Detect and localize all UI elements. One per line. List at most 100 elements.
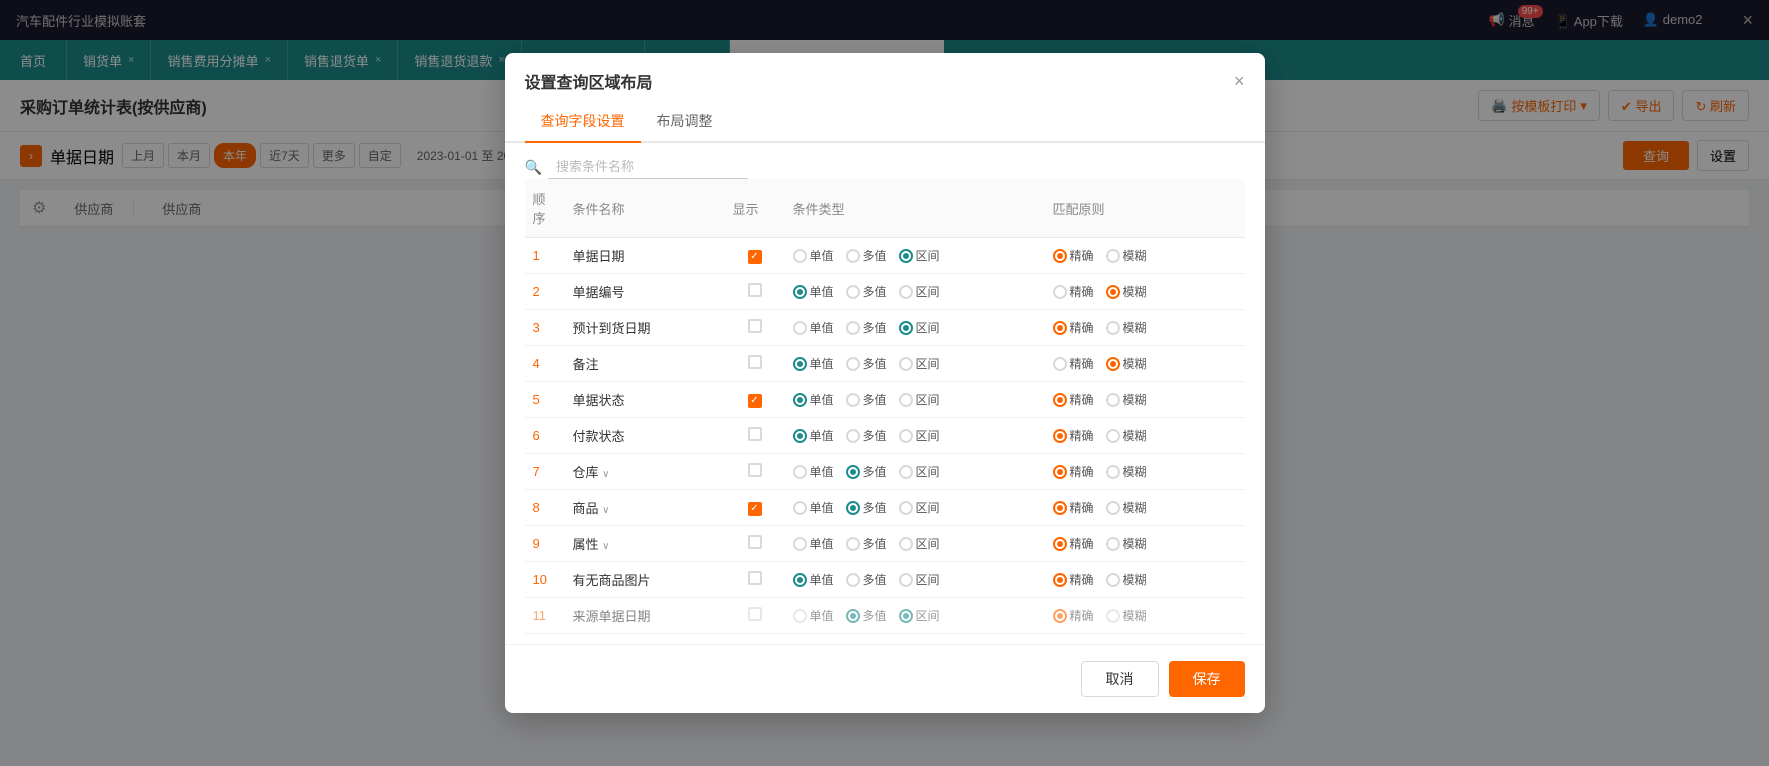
type-single-2[interactable]: 单值 xyxy=(793,283,834,300)
cell-show[interactable] xyxy=(725,382,785,418)
match-fuzzy-2[interactable]: 模糊 xyxy=(1106,283,1147,300)
cell-show[interactable] xyxy=(725,454,785,490)
match-fuzzy-11[interactable]: 模糊 xyxy=(1106,607,1147,624)
dialog-tab-field-settings[interactable]: 查询字段设置 xyxy=(525,105,641,143)
type-multi-6[interactable]: 多值 xyxy=(846,427,887,444)
type-multi-1[interactable]: 多值 xyxy=(846,247,887,264)
type-range-5[interactable]: 区间 xyxy=(899,391,940,408)
cell-show[interactable] xyxy=(725,238,785,274)
cell-show[interactable] xyxy=(725,562,785,598)
type-multi-3[interactable]: 多值 xyxy=(846,319,887,336)
type-multi-5[interactable]: 多值 xyxy=(846,391,887,408)
cell-order: 6 xyxy=(525,418,565,454)
cell-show[interactable] xyxy=(725,274,785,310)
type-range-6[interactable]: 区间 xyxy=(899,427,940,444)
dialog-tab-layout[interactable]: 布局调整 xyxy=(641,105,729,143)
type-range-7[interactable]: 区间 xyxy=(899,463,940,480)
type-range-9[interactable]: 区间 xyxy=(899,535,940,552)
match-exact-10[interactable]: 精确 xyxy=(1053,571,1094,588)
cell-show[interactable] xyxy=(725,526,785,562)
type-single-1[interactable]: 单值 xyxy=(793,247,834,264)
radio-dot-type-single-2 xyxy=(793,285,807,299)
radio-dot-type-single-9 xyxy=(793,537,807,551)
type-single-10[interactable]: 单值 xyxy=(793,571,834,588)
match-fuzzy-1[interactable]: 模糊 xyxy=(1106,247,1147,264)
type-single-4[interactable]: 单值 xyxy=(793,355,834,372)
type-range-4[interactable]: 区间 xyxy=(899,355,940,372)
match-fuzzy-4[interactable]: 模糊 xyxy=(1106,355,1147,372)
radio-dot-type-single-3 xyxy=(793,321,807,335)
match-fuzzy-3[interactable]: 模糊 xyxy=(1106,319,1147,336)
cell-show[interactable] xyxy=(725,310,785,346)
dialog-close-btn[interactable]: × xyxy=(1234,72,1245,90)
match-fuzzy-7[interactable]: 模糊 xyxy=(1106,463,1147,480)
show-checkbox-5[interactable] xyxy=(748,394,762,408)
show-checkbox-1[interactable] xyxy=(748,250,762,264)
cell-show[interactable] xyxy=(725,418,785,454)
cancel-btn[interactable]: 取消 xyxy=(1081,661,1159,697)
type-multi-2[interactable]: 多值 xyxy=(846,283,887,300)
type-multi-4[interactable]: 多值 xyxy=(846,355,887,372)
radio-dot-match-fuzzy-3 xyxy=(1106,321,1120,335)
match-exact-9[interactable]: 精确 xyxy=(1053,535,1094,552)
match-exact-6[interactable]: 精确 xyxy=(1053,427,1094,444)
show-checkbox-11[interactable] xyxy=(748,607,762,621)
show-checkbox-10[interactable] xyxy=(748,571,762,585)
match-fuzzy-8[interactable]: 模糊 xyxy=(1106,499,1147,516)
show-checkbox-6[interactable] xyxy=(748,427,762,441)
type-single-3[interactable]: 单值 xyxy=(793,319,834,336)
radio-dot-type-range-11 xyxy=(899,609,913,623)
type-multi-7[interactable]: 多值 xyxy=(846,463,887,480)
cell-show[interactable] xyxy=(725,598,785,634)
show-checkbox-9[interactable] xyxy=(748,535,762,549)
type-single-7[interactable]: 单值 xyxy=(793,463,834,480)
cell-order: 4 xyxy=(525,346,565,382)
match-exact-1[interactable]: 精确 xyxy=(1053,247,1094,264)
type-single-6[interactable]: 单值 xyxy=(793,427,834,444)
radio-dot-type-range-5 xyxy=(899,393,913,407)
match-fuzzy-6[interactable]: 模糊 xyxy=(1106,427,1147,444)
match-fuzzy-10[interactable]: 模糊 xyxy=(1106,571,1147,588)
type-multi-10[interactable]: 多值 xyxy=(846,571,887,588)
match-exact-11[interactable]: 精确 xyxy=(1053,607,1094,624)
type-single-8[interactable]: 单值 xyxy=(793,499,834,516)
show-checkbox-2[interactable] xyxy=(748,283,762,297)
radio-dot-match-fuzzy-9 xyxy=(1106,537,1120,551)
search-input[interactable] xyxy=(548,155,748,179)
cell-match: 精确模糊 xyxy=(1045,346,1245,382)
cell-order: 7 xyxy=(525,454,565,490)
radio-dot-type-range-1 xyxy=(899,249,913,263)
type-range-1[interactable]: 区间 xyxy=(899,247,940,264)
type-single-11[interactable]: 单值 xyxy=(793,607,834,624)
radio-dot-match-fuzzy-8 xyxy=(1106,501,1120,515)
cell-show[interactable] xyxy=(725,490,785,526)
show-checkbox-4[interactable] xyxy=(748,355,762,369)
type-single-5[interactable]: 单值 xyxy=(793,391,834,408)
type-range-8[interactable]: 区间 xyxy=(899,499,940,516)
radio-dot-type-multi-8 xyxy=(846,501,860,515)
match-fuzzy-5[interactable]: 模糊 xyxy=(1106,391,1147,408)
show-checkbox-8[interactable] xyxy=(748,502,762,516)
match-exact-7[interactable]: 精确 xyxy=(1053,463,1094,480)
match-exact-8[interactable]: 精确 xyxy=(1053,499,1094,516)
cell-match: 精确模糊 xyxy=(1045,490,1245,526)
type-multi-11[interactable]: 多值 xyxy=(846,607,887,624)
type-range-3[interactable]: 区间 xyxy=(899,319,940,336)
match-fuzzy-9[interactable]: 模糊 xyxy=(1106,535,1147,552)
radio-dot-type-single-6 xyxy=(793,429,807,443)
cell-show[interactable] xyxy=(725,346,785,382)
type-multi-8[interactable]: 多值 xyxy=(846,499,887,516)
cell-match: 精确模糊 xyxy=(1045,238,1245,274)
type-range-10[interactable]: 区间 xyxy=(899,571,940,588)
save-btn[interactable]: 保存 xyxy=(1169,661,1245,697)
match-exact-2[interactable]: 精确 xyxy=(1053,283,1094,300)
show-checkbox-7[interactable] xyxy=(748,463,762,477)
type-multi-9[interactable]: 多值 xyxy=(846,535,887,552)
type-single-9[interactable]: 单值 xyxy=(793,535,834,552)
match-exact-5[interactable]: 精确 xyxy=(1053,391,1094,408)
type-range-11[interactable]: 区间 xyxy=(899,607,940,624)
type-range-2[interactable]: 区间 xyxy=(899,283,940,300)
match-exact-4[interactable]: 精确 xyxy=(1053,355,1094,372)
show-checkbox-3[interactable] xyxy=(748,319,762,333)
match-exact-3[interactable]: 精确 xyxy=(1053,319,1094,336)
